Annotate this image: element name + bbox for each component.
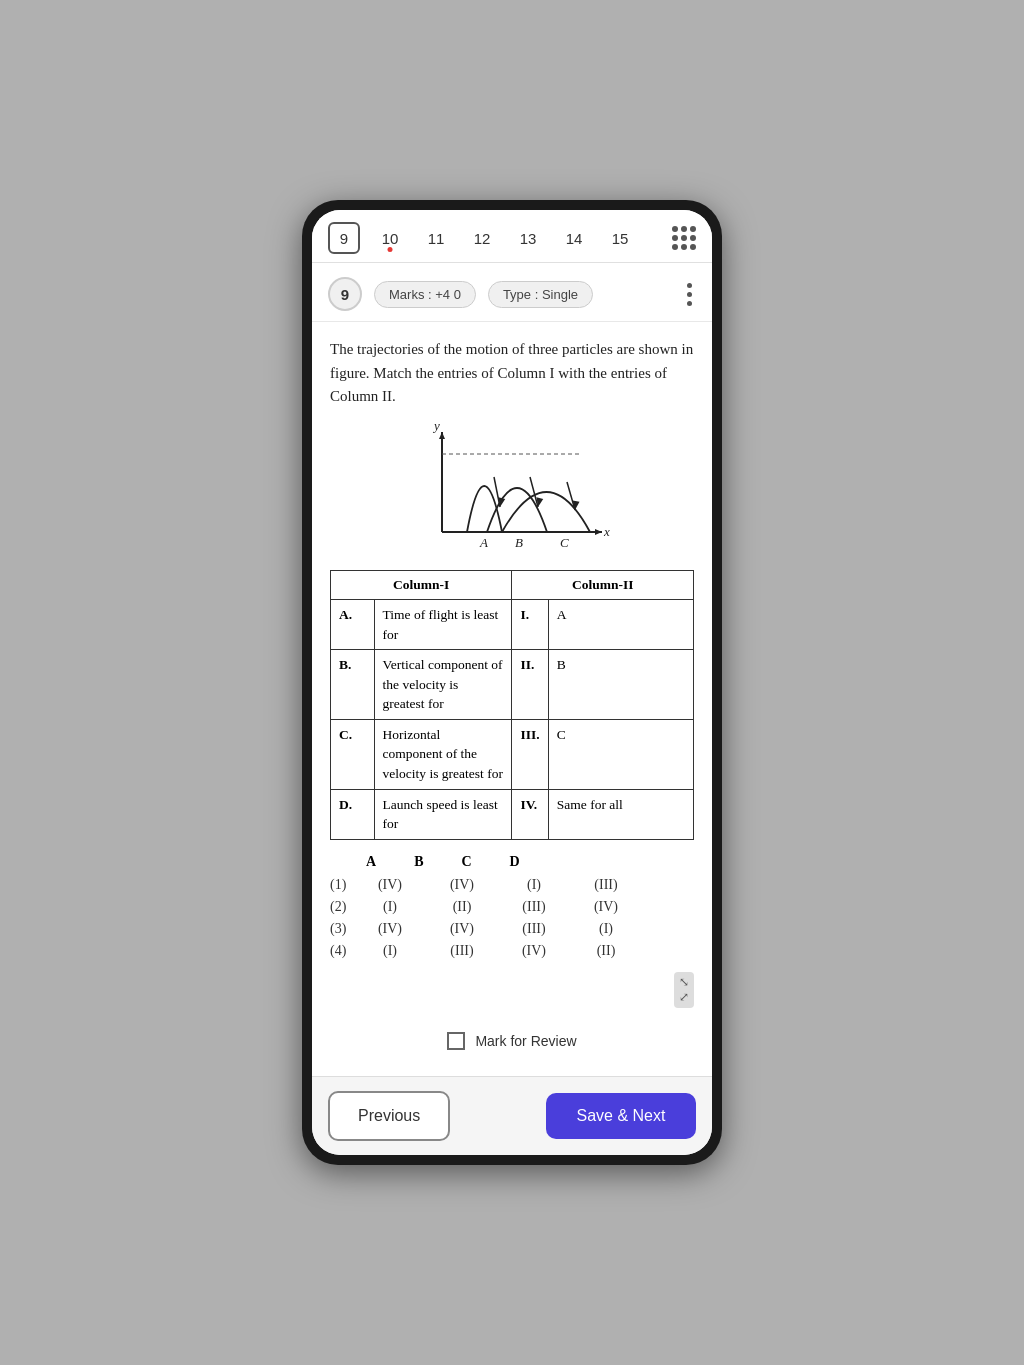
option-1[interactable]: (1) (IV) (IV) (I) (III) bbox=[330, 874, 694, 896]
row-i-text: A bbox=[548, 600, 693, 650]
match-table: Column-I Column-II A. Time of flight is … bbox=[330, 570, 694, 840]
question-header: 9 Marks : +4 0 Type : Single bbox=[312, 263, 712, 322]
nav-item-12[interactable]: 12 bbox=[466, 222, 498, 254]
nav-item-10[interactable]: 10 bbox=[374, 222, 406, 254]
opt1-d: (III) bbox=[584, 877, 628, 893]
option-2[interactable]: (2) (I) (II) (III) (IV) bbox=[330, 896, 694, 918]
nav-item-14[interactable]: 14 bbox=[558, 222, 590, 254]
nav-item-15[interactable]: 15 bbox=[604, 222, 636, 254]
marks-badge: Marks : +4 0 bbox=[374, 281, 476, 308]
option-1-vals: (IV) (IV) (I) (III) bbox=[368, 877, 628, 893]
svg-text:B: B bbox=[515, 535, 523, 550]
opt1-a: (IV) bbox=[368, 877, 412, 893]
row-i-id: I. bbox=[512, 600, 548, 650]
option-4-num: (4) bbox=[330, 943, 358, 959]
row-c-text: Horizontal component of the velocity is … bbox=[374, 719, 512, 789]
row-b-text: Vertical component of the velocity is gr… bbox=[374, 650, 512, 720]
col-a-header: A bbox=[366, 854, 376, 870]
nav-item-9[interactable]: 9 bbox=[328, 222, 360, 254]
menu-dot-2 bbox=[687, 292, 692, 297]
col-c-header: C bbox=[461, 854, 471, 870]
option-3[interactable]: (3) (IV) (IV) (III) (I) bbox=[330, 918, 694, 940]
table-row: D. Launch speed is least for IV. Same fo… bbox=[331, 789, 694, 839]
phone-frame: 9 10 11 12 13 14 15 9 Marks : +4 0 Type … bbox=[302, 200, 722, 1164]
options-area: A B C D (1) (IV) (IV) (I) (III) (2) bbox=[330, 854, 694, 962]
row-ii-id: II. bbox=[512, 650, 548, 720]
svg-marker-2 bbox=[595, 529, 602, 535]
option-2-vals: (I) (II) (III) (IV) bbox=[368, 899, 628, 915]
option-3-num: (3) bbox=[330, 921, 358, 937]
nav-item-11[interactable]: 11 bbox=[420, 222, 452, 254]
row-ii-text: B bbox=[548, 650, 693, 720]
opt4-c: (IV) bbox=[512, 943, 556, 959]
nav-bar: 9 10 11 12 13 14 15 bbox=[312, 210, 712, 263]
mark-for-review-checkbox[interactable] bbox=[447, 1032, 465, 1050]
type-badge: Type : Single bbox=[488, 281, 593, 308]
bottom-bar: Previous Save & Next bbox=[312, 1076, 712, 1155]
opt2-c: (III) bbox=[512, 899, 556, 915]
opt1-c: (I) bbox=[512, 877, 556, 893]
content-area: The trajectories of the motion of three … bbox=[312, 322, 712, 1075]
opt4-b: (III) bbox=[440, 943, 484, 959]
opt2-a: (I) bbox=[368, 899, 412, 915]
option-4-vals: (I) (III) (IV) (II) bbox=[368, 943, 628, 959]
row-d-text: Launch speed is least for bbox=[374, 789, 512, 839]
svg-text:y: y bbox=[432, 422, 440, 433]
column2-header: Column-II bbox=[512, 571, 694, 600]
row-iv-id: IV. bbox=[512, 789, 548, 839]
graph-container: y x bbox=[330, 422, 694, 552]
col-d-header: D bbox=[510, 854, 520, 870]
row-c-id: C. bbox=[331, 719, 375, 789]
opt1-b: (IV) bbox=[440, 877, 484, 893]
menu-dot-3 bbox=[687, 301, 692, 306]
option-3-vals: (IV) (IV) (III) (I) bbox=[368, 921, 628, 937]
option-4[interactable]: (4) (I) (III) (IV) (II) bbox=[330, 940, 694, 962]
opt2-b: (II) bbox=[440, 899, 484, 915]
options-header: A B C D bbox=[330, 854, 694, 870]
mark-for-review-label: Mark for Review bbox=[475, 1033, 576, 1049]
row-d-id: D. bbox=[331, 789, 375, 839]
opt3-d: (I) bbox=[584, 921, 628, 937]
option-1-num: (1) bbox=[330, 877, 358, 893]
more-questions-icon[interactable] bbox=[672, 226, 696, 250]
opt3-b: (IV) bbox=[440, 921, 484, 937]
svg-marker-3 bbox=[439, 432, 445, 439]
svg-text:A: A bbox=[479, 535, 488, 550]
row-iii-text: C bbox=[548, 719, 693, 789]
question-text: The trajectories of the motion of three … bbox=[330, 338, 694, 408]
option-2-num: (2) bbox=[330, 899, 358, 915]
question-number-badge: 9 bbox=[328, 277, 362, 311]
opt3-a: (IV) bbox=[368, 921, 412, 937]
opt4-a: (I) bbox=[368, 943, 412, 959]
opt3-c: (III) bbox=[512, 921, 556, 937]
svg-text:C: C bbox=[560, 535, 569, 550]
row-a-id: A. bbox=[331, 600, 375, 650]
table-row: A. Time of flight is least for I. A bbox=[331, 600, 694, 650]
trajectory-graph: y x bbox=[412, 422, 612, 552]
svg-text:x: x bbox=[603, 524, 610, 539]
row-b-id: B. bbox=[331, 650, 375, 720]
opt4-d: (II) bbox=[584, 943, 628, 959]
opt2-d: (IV) bbox=[584, 899, 628, 915]
nav-item-13[interactable]: 13 bbox=[512, 222, 544, 254]
review-row: Mark for Review bbox=[330, 1014, 694, 1060]
table-row: C. Horizontal component of the velocity … bbox=[331, 719, 694, 789]
col-b-header: B bbox=[414, 854, 423, 870]
row-a-text: Time of flight is least for bbox=[374, 600, 512, 650]
phone-screen: 9 10 11 12 13 14 15 9 Marks : +4 0 Type … bbox=[312, 210, 712, 1154]
resize-icon[interactable]: ⤡⤢ bbox=[674, 972, 694, 1008]
row-iii-id: III. bbox=[512, 719, 548, 789]
previous-button[interactable]: Previous bbox=[328, 1091, 450, 1141]
question-menu-button[interactable] bbox=[683, 279, 696, 310]
row-iv-text: Same for all bbox=[548, 789, 693, 839]
column1-header: Column-I bbox=[331, 571, 512, 600]
menu-dot-1 bbox=[687, 283, 692, 288]
save-next-button[interactable]: Save & Next bbox=[546, 1093, 696, 1139]
table-row: B. Vertical component of the velocity is… bbox=[331, 650, 694, 720]
